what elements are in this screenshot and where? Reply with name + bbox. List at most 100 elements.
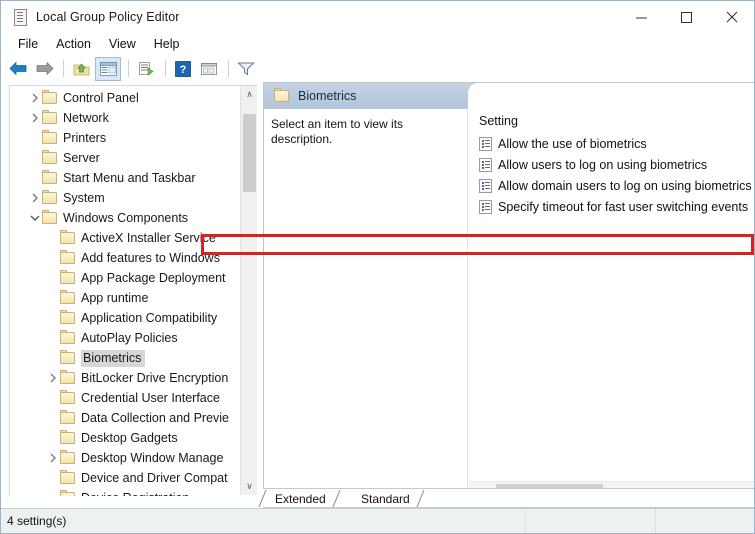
chevron-right-icon[interactable]	[46, 373, 60, 383]
tree-item-label: AutoPlay Policies	[81, 330, 178, 345]
tree-item[interactable]: Device Registration	[10, 488, 240, 496]
policy-setting-icon	[479, 136, 492, 151]
tree-item-label: Device and Driver Compat	[81, 470, 228, 485]
folder-icon	[60, 309, 76, 325]
tree-item-label: Desktop Gadgets	[81, 430, 178, 445]
filter-icon[interactable]	[234, 58, 258, 80]
chevron-right-icon[interactable]	[28, 113, 42, 123]
tree-vertical-scrollbar[interactable]: ∧ ∨	[240, 86, 257, 495]
tree-item[interactable]: App runtime	[10, 288, 240, 308]
setting-row[interactable]: Allow users to log on using biometrics	[469, 154, 754, 175]
setting-row[interactable]: Specify timeout for fast user switching …	[469, 196, 754, 217]
properties-icon[interactable]	[197, 58, 221, 80]
tree-item[interactable]: Printers	[10, 128, 240, 148]
chevron-right-icon[interactable]	[28, 193, 42, 203]
policy-setting-icon	[479, 199, 492, 214]
chevron-right-icon[interactable]	[46, 453, 60, 463]
tree-item[interactable]: Desktop Window Manage	[10, 448, 240, 468]
tree-item[interactable]: System	[10, 188, 240, 208]
menu-item-help[interactable]: Help	[145, 35, 189, 53]
minimize-button[interactable]	[619, 1, 664, 33]
folder-icon	[60, 369, 76, 385]
menu-item-file[interactable]: File	[9, 35, 47, 53]
folder-icon	[60, 469, 76, 485]
tree-item-label: Printers	[63, 130, 107, 145]
settings-list[interactable]: Allow the use of biometrics Allow users t…	[469, 133, 754, 217]
setting-row[interactable]: Allow the use of biometrics	[469, 133, 754, 154]
description-pane: Select an item to view its description.	[264, 109, 468, 498]
forward-icon[interactable]	[32, 58, 56, 80]
tree-item-label: Desktop Window Manage	[81, 450, 224, 465]
tree-item[interactable]: Device and Driver Compat	[10, 468, 240, 488]
content-area: Control Panel Network Printers Server Start …	[1, 82, 754, 502]
tree-item-label: Control Panel	[63, 90, 139, 105]
chevron-right-icon[interactable]	[28, 93, 42, 103]
setting-row[interactable]: Allow domain users to log on using biome…	[469, 175, 754, 196]
tree-item-label: Network	[63, 110, 109, 125]
tree-item-label: ActiveX Installer Service	[81, 230, 216, 245]
console-tree[interactable]: Control Panel Network Printers Server Start …	[10, 88, 240, 496]
tree-item[interactable]: Windows Components	[10, 208, 240, 228]
tree-item[interactable]: AutoPlay Policies	[10, 328, 240, 348]
title-bar: Local Group Policy Editor	[1, 1, 754, 33]
folder-icon	[60, 249, 76, 265]
tree-item[interactable]: Biometrics	[10, 348, 240, 368]
folder-icon	[42, 109, 58, 125]
tree-item-label: Biometrics	[81, 349, 146, 367]
tab-standard[interactable]: Standard	[351, 490, 425, 507]
menu-item-action[interactable]: Action	[47, 35, 100, 53]
menu-item-view[interactable]: View	[100, 35, 145, 53]
tree-item[interactable]: ActiveX Installer Service	[10, 228, 240, 248]
tree-item[interactable]: Application Compatibility	[10, 308, 240, 328]
folder-icon	[42, 89, 58, 105]
tree-item[interactable]: Control Panel	[10, 88, 240, 108]
tree-item-label: Application Compatibility	[81, 310, 218, 325]
view-tabs: Extended Standard	[258, 489, 754, 509]
tree-item-label: Data Collection and Previe	[81, 410, 229, 425]
view-tab-strip: Extended Standard	[258, 488, 754, 509]
tree-item[interactable]: Start Menu and Taskbar	[10, 168, 240, 188]
folder-icon	[42, 189, 58, 205]
tree-scroll-thumb[interactable]	[243, 114, 256, 192]
tree-item[interactable]: Data Collection and Previe	[10, 408, 240, 428]
folder-icon	[60, 409, 76, 425]
tree-item-label: Credential User Interface	[81, 390, 220, 405]
show-hide-tree-icon[interactable]	[95, 56, 121, 81]
setting-row-label: Allow the use of biometrics	[498, 136, 647, 151]
tree-scroll-down-arrow[interactable]: ∨	[241, 478, 257, 495]
policy-setting-icon	[479, 178, 492, 193]
back-icon[interactable]	[6, 58, 30, 80]
export-list-icon[interactable]	[134, 58, 158, 80]
tree-item[interactable]: Desktop Gadgets	[10, 428, 240, 448]
tree-item-label: App Package Deployment	[81, 270, 226, 285]
folder-icon	[42, 169, 58, 185]
maximize-button[interactable]	[664, 1, 709, 33]
toolbar-separator	[63, 60, 64, 77]
tree-item[interactable]: Add features to Windows	[10, 248, 240, 268]
tree-item[interactable]: Credential User Interface	[10, 388, 240, 408]
settings-column-header[interactable]: Setting	[469, 109, 754, 133]
folder-icon	[60, 289, 76, 305]
chevron-down-icon[interactable]	[28, 214, 42, 222]
close-button[interactable]	[709, 1, 754, 33]
toolbar: ?	[1, 55, 754, 82]
toolbar-separator	[228, 60, 229, 77]
tree-item[interactable]: App Package Deployment	[10, 268, 240, 288]
setting-row-label: Specify timeout for fast user switching …	[498, 199, 749, 214]
tree-item-label: System	[63, 190, 105, 205]
setting-row-label: Allow users to log on using biometrics	[498, 157, 708, 172]
window-title: Local Group Policy Editor	[36, 10, 180, 24]
toolbar-separator	[165, 60, 166, 77]
folder-icon	[60, 329, 76, 345]
tree-item[interactable]: BitLocker Drive Encryption	[10, 368, 240, 388]
folder-icon	[42, 209, 58, 225]
tab-standard-label: Standard	[361, 491, 410, 506]
tree-scroll-up-arrow[interactable]: ∧	[241, 86, 257, 103]
help-icon[interactable]: ?	[171, 58, 195, 80]
tab-extended[interactable]: Extended	[258, 490, 341, 507]
description-text: Select an item to view its description.	[271, 117, 404, 146]
results-header: Biometrics	[264, 83, 754, 109]
tree-item[interactable]: Network	[10, 108, 240, 128]
up-folder-icon[interactable]	[69, 58, 93, 80]
tree-item[interactable]: Server	[10, 148, 240, 168]
